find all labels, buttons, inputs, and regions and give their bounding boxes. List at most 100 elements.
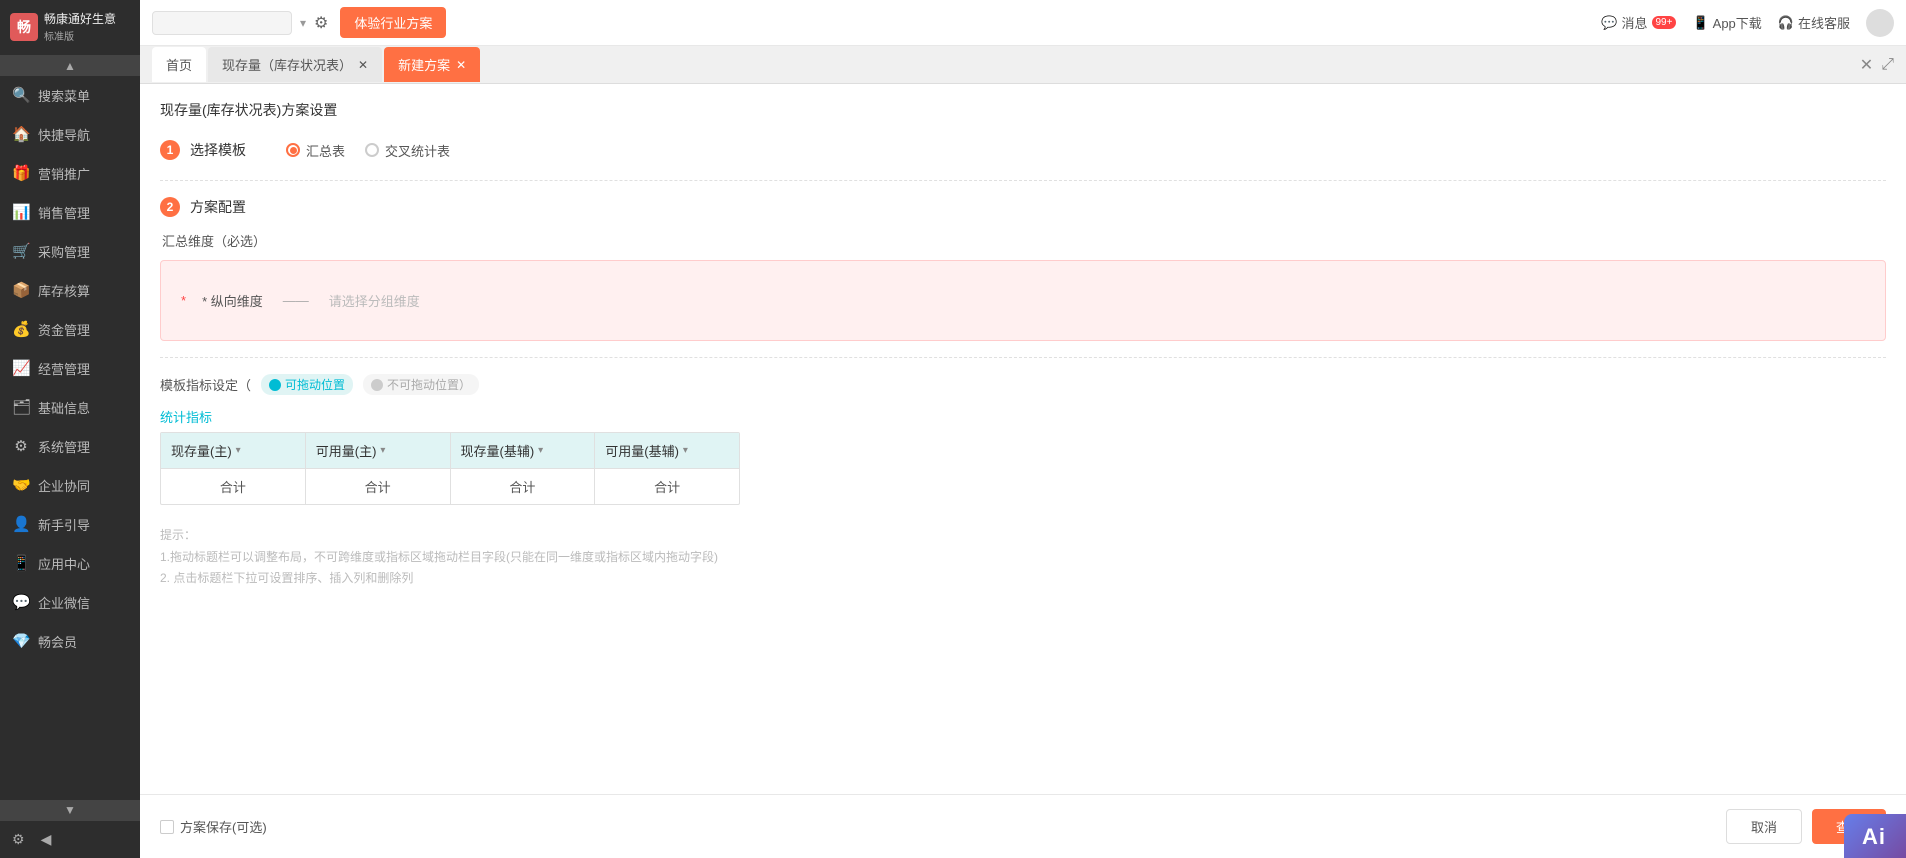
app-download-label: App下载 [1713, 13, 1762, 32]
stats-table-row: 合计 合计 合计 合计 [161, 468, 739, 504]
sidebar-item-sales[interactable]: 📊 销售管理 [0, 193, 140, 232]
tab-new-plan-close-icon[interactable]: ✕ [456, 58, 466, 72]
section2-header: 2 方案配置 [160, 197, 1886, 217]
draggable-dot [269, 379, 281, 391]
radio-cross-label: 交叉统计表 [385, 141, 450, 160]
non-draggable-toggle: 不可拖动位置） [363, 374, 479, 395]
handshake-icon: 🤝 [12, 476, 30, 494]
sidebar-label-corp: 企业协同 [38, 476, 90, 495]
online-service-item[interactable]: 🎧 在线客服 [1778, 13, 1850, 32]
stats-col-2[interactable]: 可用量(主) ▾ [306, 433, 451, 468]
tab-new-plan[interactable]: 新建方案 ✕ [384, 47, 480, 82]
stats-col-3[interactable]: 现存量(基辅) ▾ [451, 433, 596, 468]
sidebar-item-shortcuts[interactable]: 🏠 快捷导航 [0, 115, 140, 154]
chart-icon: 📊 [12, 203, 30, 221]
message-icon: 💬 [1601, 15, 1617, 31]
sidebar-label-operations: 经营管理 [38, 359, 90, 378]
sidebar-item-search[interactable]: 🔍 搜索菜单 [0, 76, 140, 115]
sidebar-nav: 🔍 搜索菜单 🏠 快捷导航 🎁 营销推广 📊 销售管理 🛒 采购管理 📦 库存核… [0, 76, 140, 800]
radio-cross-circle [365, 143, 379, 157]
sidebar-item-purchase[interactable]: 🛒 采购管理 [0, 232, 140, 271]
stats-cell-4: 合计 [595, 469, 739, 504]
radio-summary-dot [290, 147, 297, 154]
sidebar-bottom: ⚙ ◀ [0, 820, 140, 858]
collapse-icon[interactable]: ◀ [41, 831, 52, 848]
sidebar-item-wechat[interactable]: 💬 企业微信 [0, 583, 140, 622]
stats-col-2-label: 可用量(主) [316, 441, 377, 460]
content-area: 现存量(库存状况表)方案设置 1 选择模板 汇总表 [140, 84, 1906, 794]
sidebar-scroll-down[interactable]: ▼ [0, 800, 140, 820]
stats-col-2-chevron: ▾ [380, 445, 385, 456]
required-dimension-area[interactable]: * * 纵向维度 —— 请选择分组维度 [160, 260, 1886, 341]
dimension-placeholder: 请选择分组维度 [329, 291, 420, 310]
sidebar-item-member[interactable]: 💎 畅会员 [0, 622, 140, 661]
radio-summary[interactable]: 汇总表 [286, 141, 345, 160]
headset-icon: 🎧 [1778, 15, 1794, 31]
radio-summary-circle [286, 143, 300, 157]
required-dash: —— [283, 293, 309, 308]
draggable-label: 可拖动位置 [285, 376, 345, 393]
aggregate-dimension-label: 汇总维度（必选） [162, 231, 1886, 250]
sidebar-item-inventory[interactable]: 📦 库存核算 [0, 271, 140, 310]
save-checkbox[interactable] [160, 820, 174, 834]
topbar-right: 💬 消息 99+ 📱 App下载 🎧 在线客服 [1601, 9, 1894, 37]
sidebar-item-corp[interactable]: 🤝 企业协同 [0, 466, 140, 505]
sidebar: 畅 畅康通好生意 标准版 ▲ 🔍 搜索菜单 🏠 快捷导航 🎁 营销推广 📊 销售… [0, 0, 140, 858]
person-icon: 👤 [12, 515, 30, 533]
tab-new-plan-label: 新建方案 [398, 55, 450, 74]
radio-cross[interactable]: 交叉统计表 [365, 141, 450, 160]
sidebar-item-basic[interactable]: 🗂 基础信息 [0, 388, 140, 427]
sidebar-label-inventory: 库存核算 [38, 281, 90, 300]
message-badge-item[interactable]: 💬 消息 99+ [1601, 13, 1676, 32]
sidebar-item-apps[interactable]: 📱 应用中心 [0, 544, 140, 583]
non-draggable-label: 不可拖动位置） [387, 376, 471, 393]
sidebar-item-system[interactable]: ⚙ 系统管理 [0, 427, 140, 466]
stats-col-3-label: 现存量(基辅) [461, 441, 535, 460]
settings-icon[interactable]: ⚙ [12, 831, 25, 848]
stats-cell-2: 合计 [306, 469, 451, 504]
tab-home[interactable]: 首页 [152, 47, 206, 82]
sidebar-scroll-up[interactable]: ▲ [0, 56, 140, 76]
tab-home-label: 首页 [166, 55, 192, 74]
phone-dl-icon: 📱 [1692, 15, 1708, 31]
folder-icon: 🗂 [12, 398, 30, 416]
stats-col-4-chevron: ▾ [683, 445, 688, 456]
cart-icon: 🛒 [12, 242, 30, 260]
divider-1 [160, 180, 1886, 181]
gift-icon: 🎁 [12, 164, 30, 182]
topbar-settings-icon[interactable]: ⚙ [314, 13, 328, 33]
stats-table: 现存量(主) ▾ 可用量(主) ▾ 现存量(基辅) ▾ 可用量(基辅) [160, 432, 740, 505]
sidebar-label-newbie: 新手引导 [38, 515, 90, 534]
topbar-search-input[interactable] [152, 11, 292, 35]
tabbar-expand-icon[interactable]: ⤢ [1881, 56, 1894, 74]
required-star: * [181, 293, 186, 308]
logo-icon: 畅 [10, 13, 38, 41]
tabbar-close-icon[interactable]: ✕ [1860, 55, 1873, 75]
tab-inventory-close-icon[interactable]: ✕ [358, 58, 368, 72]
stats-section-label: 统计指标 [160, 407, 1886, 426]
step2-label: 方案配置 [190, 197, 246, 217]
avatar[interactable] [1866, 9, 1894, 37]
stats-col-4[interactable]: 可用量(基辅) ▾ [595, 433, 739, 468]
sidebar-item-finance[interactable]: 💰 资金管理 [0, 310, 140, 349]
sidebar-label-system: 系统管理 [38, 437, 90, 456]
tab-inventory-status[interactable]: 现存量（库存状况表） ✕ [208, 47, 382, 82]
ai-badge[interactable]: Ai [1844, 814, 1906, 858]
sidebar-item-newbie[interactable]: 👤 新手引导 [0, 505, 140, 544]
save-option[interactable]: 方案保存(可选) [160, 817, 267, 836]
sidebar-item-operations[interactable]: 📈 经营管理 [0, 349, 140, 388]
app-download-item[interactable]: 📱 App下载 [1692, 13, 1761, 32]
draggable-toggle[interactable]: 可拖动位置 [261, 374, 353, 395]
indicator-settings-row: 模板指标设定（ 可拖动位置 不可拖动位置） [160, 374, 1886, 395]
cancel-button[interactable]: 取消 [1726, 809, 1802, 844]
sidebar-item-marketing[interactable]: 🎁 营销推广 [0, 154, 140, 193]
stats-col-1[interactable]: 现存量(主) ▾ [161, 433, 306, 468]
industry-btn[interactable]: 体验行业方案 [340, 7, 446, 38]
topbar-chevron-icon[interactable]: ▾ [300, 16, 306, 30]
tab-inventory-label: 现存量（库存状况表） [222, 55, 352, 74]
gear-icon: ⚙ [12, 437, 30, 455]
chat-icon: 💬 [12, 593, 30, 611]
trend-icon: 📈 [12, 359, 30, 377]
box-icon: 📦 [12, 281, 30, 299]
message-label: 消息 [1621, 13, 1647, 32]
